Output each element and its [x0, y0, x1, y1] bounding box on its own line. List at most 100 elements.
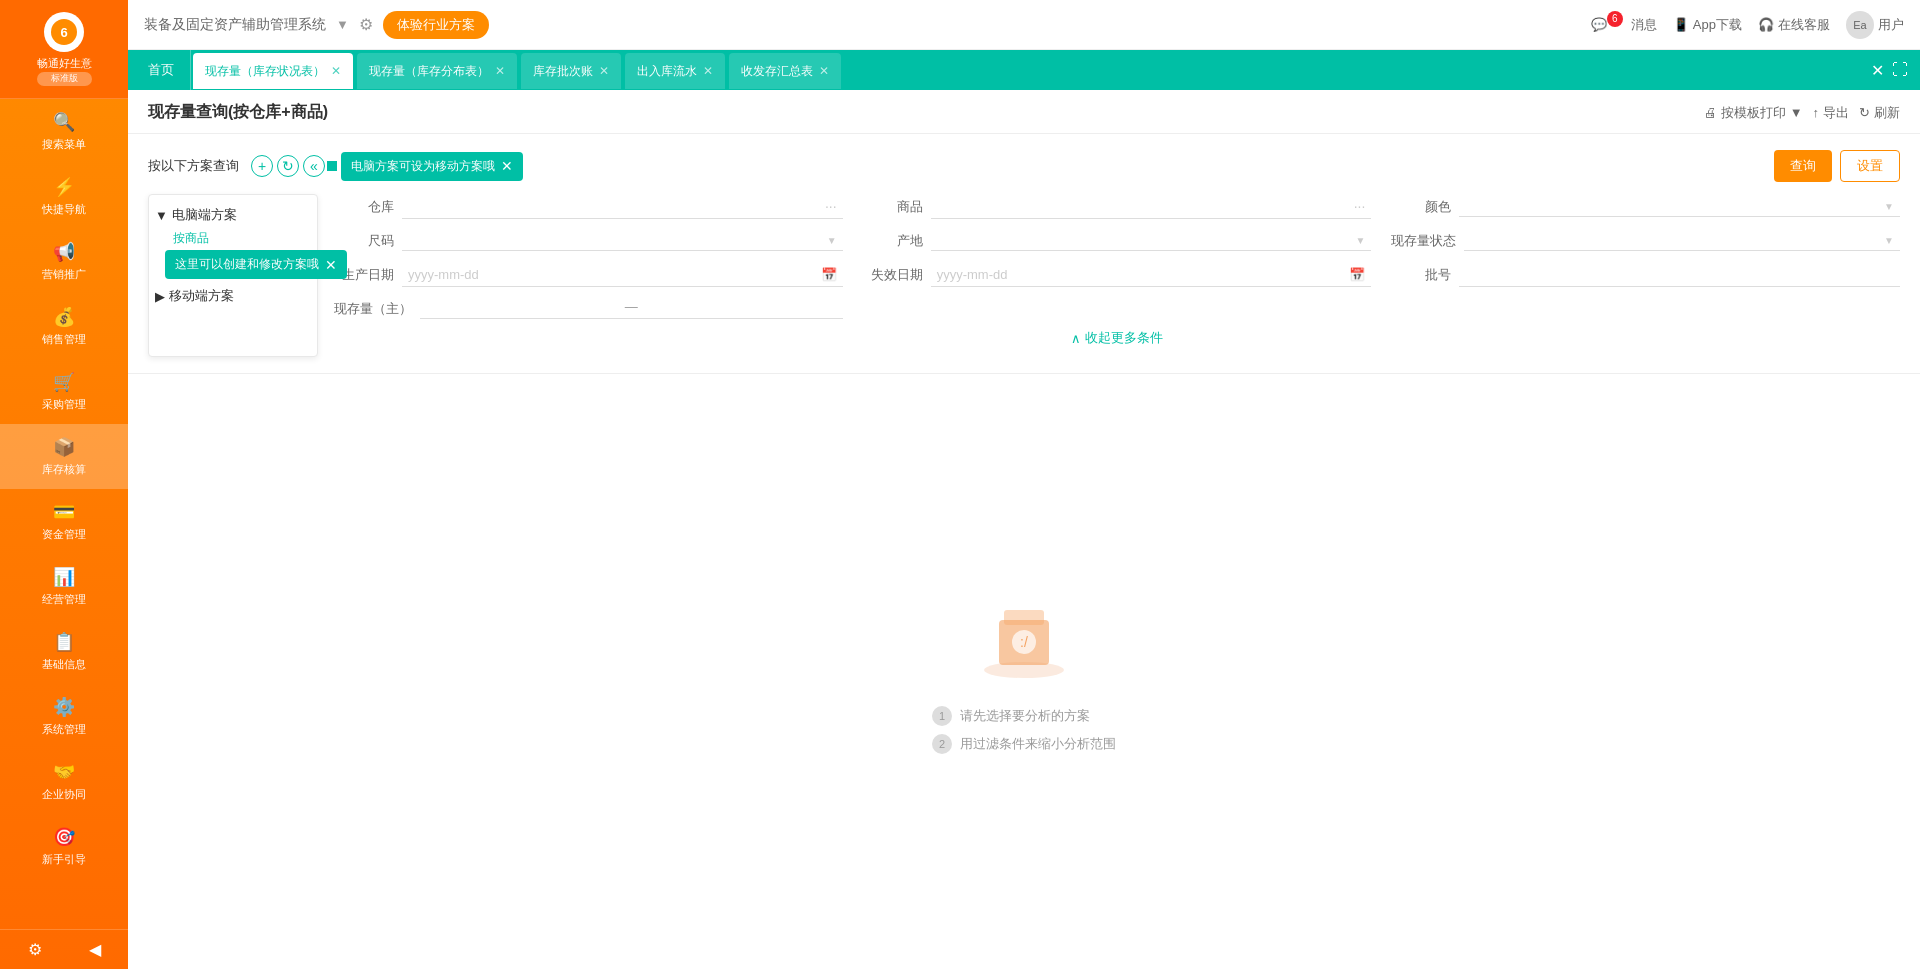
- step-num-2: 2: [932, 734, 952, 754]
- sidebar-item-system[interactable]: ⚙️ 系统管理: [0, 684, 128, 749]
- scheme-group-mobile: ▶ 移动端方案: [149, 284, 317, 308]
- scheme-group-mobile-header[interactable]: ▶ 移动端方案: [149, 284, 317, 308]
- search-icon: 🔍: [53, 111, 75, 133]
- prod-date-input[interactable]: yyyy-mm-dd 📅: [402, 263, 843, 287]
- sidebar-item-enterprise[interactable]: 🤝 企业协同: [0, 749, 128, 814]
- user-group[interactable]: Ea 用户: [1846, 11, 1904, 39]
- list-icon: 📋: [53, 631, 75, 653]
- tab-inventory-status[interactable]: 现存量（库存状况表） ✕: [193, 53, 353, 89]
- scheme-group-desktop-header[interactable]: ▼ 电脑端方案: [149, 203, 317, 227]
- sidebar-nav: 🔍 搜索菜单 ⚡ 快捷导航 📢 营销推广 💰 销售管理 🛒 采购管理 📦 库存核…: [0, 99, 128, 929]
- app-download-group[interactable]: 📱 App下载: [1673, 16, 1742, 34]
- gear-icon: ⚙️: [53, 696, 75, 718]
- export-icon: ↑: [1813, 105, 1820, 120]
- page-actions: 🖨 按模板打印 ▼ ↑ 导出 ↻ 刷新: [1704, 104, 1900, 122]
- megaphone-icon: 📢: [53, 241, 75, 263]
- calendar-icon: 📅: [821, 267, 837, 282]
- sidebar-item-operations[interactable]: 📊 经营管理: [0, 554, 128, 619]
- sidebar-item-sales[interactable]: 💰 销售管理: [0, 294, 128, 359]
- tab-home[interactable]: 首页: [132, 50, 191, 90]
- batch-input[interactable]: [1459, 263, 1900, 287]
- settings-button[interactable]: 设置: [1840, 150, 1900, 182]
- tab-close-inventory-dist[interactable]: ✕: [495, 64, 505, 78]
- sidebar-item-basicinfo[interactable]: 📋 基础信息: [0, 619, 128, 684]
- export-button[interactable]: ↑ 导出: [1813, 104, 1850, 122]
- sidebar-item-quicknav[interactable]: ⚡ 快捷导航: [0, 164, 128, 229]
- tab-close-batch[interactable]: ✕: [599, 64, 609, 78]
- calendar-icon2: 📅: [1349, 267, 1365, 282]
- page-header: 现存量查询(按仓库+商品) 🖨 按模板打印 ▼ ↑ 导出 ↻ 刷新: [128, 90, 1920, 134]
- page-area: 现存量查询(按仓库+商品) 🖨 按模板打印 ▼ ↑ 导出 ↻ 刷新: [128, 90, 1920, 969]
- chevron-down-icon: ▼: [155, 208, 168, 223]
- phone-icon: 📱: [1673, 17, 1689, 32]
- refresh-button[interactable]: ↻ 刷新: [1859, 104, 1900, 122]
- sidebar-item-inventory[interactable]: 📦 库存核算: [0, 424, 128, 489]
- online-service-group[interactable]: 🎧 在线客服: [1758, 16, 1830, 34]
- tab-maximize-btn[interactable]: ⛶: [1892, 61, 1908, 80]
- svg-text:6: 6: [60, 25, 67, 40]
- range-dash: —: [625, 299, 638, 314]
- filter-field-goods: 商品 ···: [863, 194, 1372, 219]
- tab-close-all-btn[interactable]: ✕: [1871, 61, 1884, 80]
- tab-batch-account[interactable]: 库存批次账 ✕: [521, 53, 621, 89]
- filter-grid: 仓库 ··· 商品 ···: [334, 194, 1900, 319]
- tab-inventory-distribution[interactable]: 现存量（库存分布表） ✕: [357, 53, 517, 89]
- sidebar-item-search[interactable]: 🔍 搜索菜单: [0, 99, 128, 164]
- sidebar-item-newuser[interactable]: 🎯 新手引导: [0, 814, 128, 879]
- filter-field-stockmain: 现存量（主） —: [334, 299, 843, 319]
- collapse-btn[interactable]: ∧ 收起更多条件: [334, 319, 1900, 357]
- headset-icon: 🎧: [1758, 17, 1774, 32]
- goods-dots: ···: [1354, 198, 1366, 214]
- tooltip-create-scheme[interactable]: 这里可以创建和修改方案哦 ✕: [165, 250, 347, 279]
- size-select[interactable]: ▼: [402, 231, 843, 251]
- tooltip2-close[interactable]: ✕: [325, 257, 337, 273]
- system-title: 装备及固定资产辅助管理系统: [144, 16, 326, 34]
- sidebar-item-label: 系统管理: [42, 722, 86, 737]
- tab-summary[interactable]: 收发存汇总表 ✕: [729, 53, 841, 89]
- color-select[interactable]: ▼: [1459, 197, 1900, 217]
- add-scheme-button[interactable]: +: [251, 155, 273, 177]
- industry-plan-button[interactable]: 体验行业方案: [383, 11, 489, 39]
- sidebar-item-marketing[interactable]: 📢 营销推广: [0, 229, 128, 294]
- origin-select[interactable]: ▼: [931, 231, 1372, 251]
- refresh-scheme-button[interactable]: ↻: [277, 155, 299, 177]
- top-header: 装备及固定资产辅助管理系统 ▼ ⚙ 体验行业方案 💬 6 消息 📱 App下载 …: [128, 0, 1920, 50]
- expire-date-input[interactable]: yyyy-mm-dd 📅: [931, 263, 1372, 287]
- goods-label: 商品: [863, 198, 923, 216]
- arrow-scheme-button[interactable]: «: [303, 155, 325, 177]
- warehouse-select[interactable]: ···: [402, 194, 843, 219]
- tab-flow[interactable]: 出入库流水 ✕: [625, 53, 725, 89]
- tooltip1-close[interactable]: ✕: [501, 158, 513, 174]
- print-template-button[interactable]: 🖨 按模板打印 ▼: [1704, 104, 1803, 122]
- origin-label: 产地: [863, 232, 923, 250]
- sidebar-settings-btn[interactable]: ⚙: [28, 940, 42, 959]
- filter-field-stockstatus: 现存量状态 ▼: [1391, 231, 1900, 251]
- tab-close-summary[interactable]: ✕: [819, 64, 829, 78]
- settings-icon[interactable]: ⚙: [359, 15, 373, 34]
- header-right: 💬 6 消息 📱 App下载 🎧 在线客服 Ea 用户: [1591, 11, 1904, 39]
- filter-main-row: ▼ 电脑端方案 按商品 这里可以创建和修改方案哦 ✕: [148, 194, 1900, 357]
- sidebar-collapse-btn[interactable]: ◀: [89, 940, 101, 959]
- filter-field-batchno: 批号: [1391, 263, 1900, 287]
- scheme-item-by-goods[interactable]: 按商品: [149, 227, 317, 250]
- system-dropdown-icon[interactable]: ▼: [336, 17, 349, 32]
- message-group[interactable]: 💬 6 消息: [1591, 16, 1657, 34]
- sidebar-item-purchase[interactable]: 🛒 采购管理: [0, 359, 128, 424]
- stock-min-input[interactable]: [420, 299, 621, 314]
- origin-chevron-icon: ▼: [1355, 235, 1365, 246]
- stock-max-input[interactable]: [642, 299, 843, 314]
- sidebar-item-label: 基础信息: [42, 657, 86, 672]
- sidebar-item-label: 销售管理: [42, 332, 86, 347]
- tooltip-desktop-scheme[interactable]: 电脑方案可设为移动方案哦 ✕: [341, 152, 523, 181]
- empty-step-2: 2 用过滤条件来缩小分析范围: [932, 734, 1116, 754]
- query-button[interactable]: 查询: [1774, 150, 1832, 182]
- goods-select[interactable]: ···: [931, 194, 1372, 219]
- tab-close-flow[interactable]: ✕: [703, 64, 713, 78]
- sidebar-item-label: 库存核算: [42, 462, 86, 477]
- sidebar-item-label: 企业协同: [42, 787, 86, 802]
- sidebar-item-finance[interactable]: 💳 资金管理: [0, 489, 128, 554]
- dot-indicator: [327, 161, 337, 171]
- tab-close-inventory-status[interactable]: ✕: [331, 64, 341, 78]
- stock-status-select[interactable]: ▼: [1464, 231, 1900, 251]
- chevron-right-icon: ▶: [155, 289, 165, 304]
